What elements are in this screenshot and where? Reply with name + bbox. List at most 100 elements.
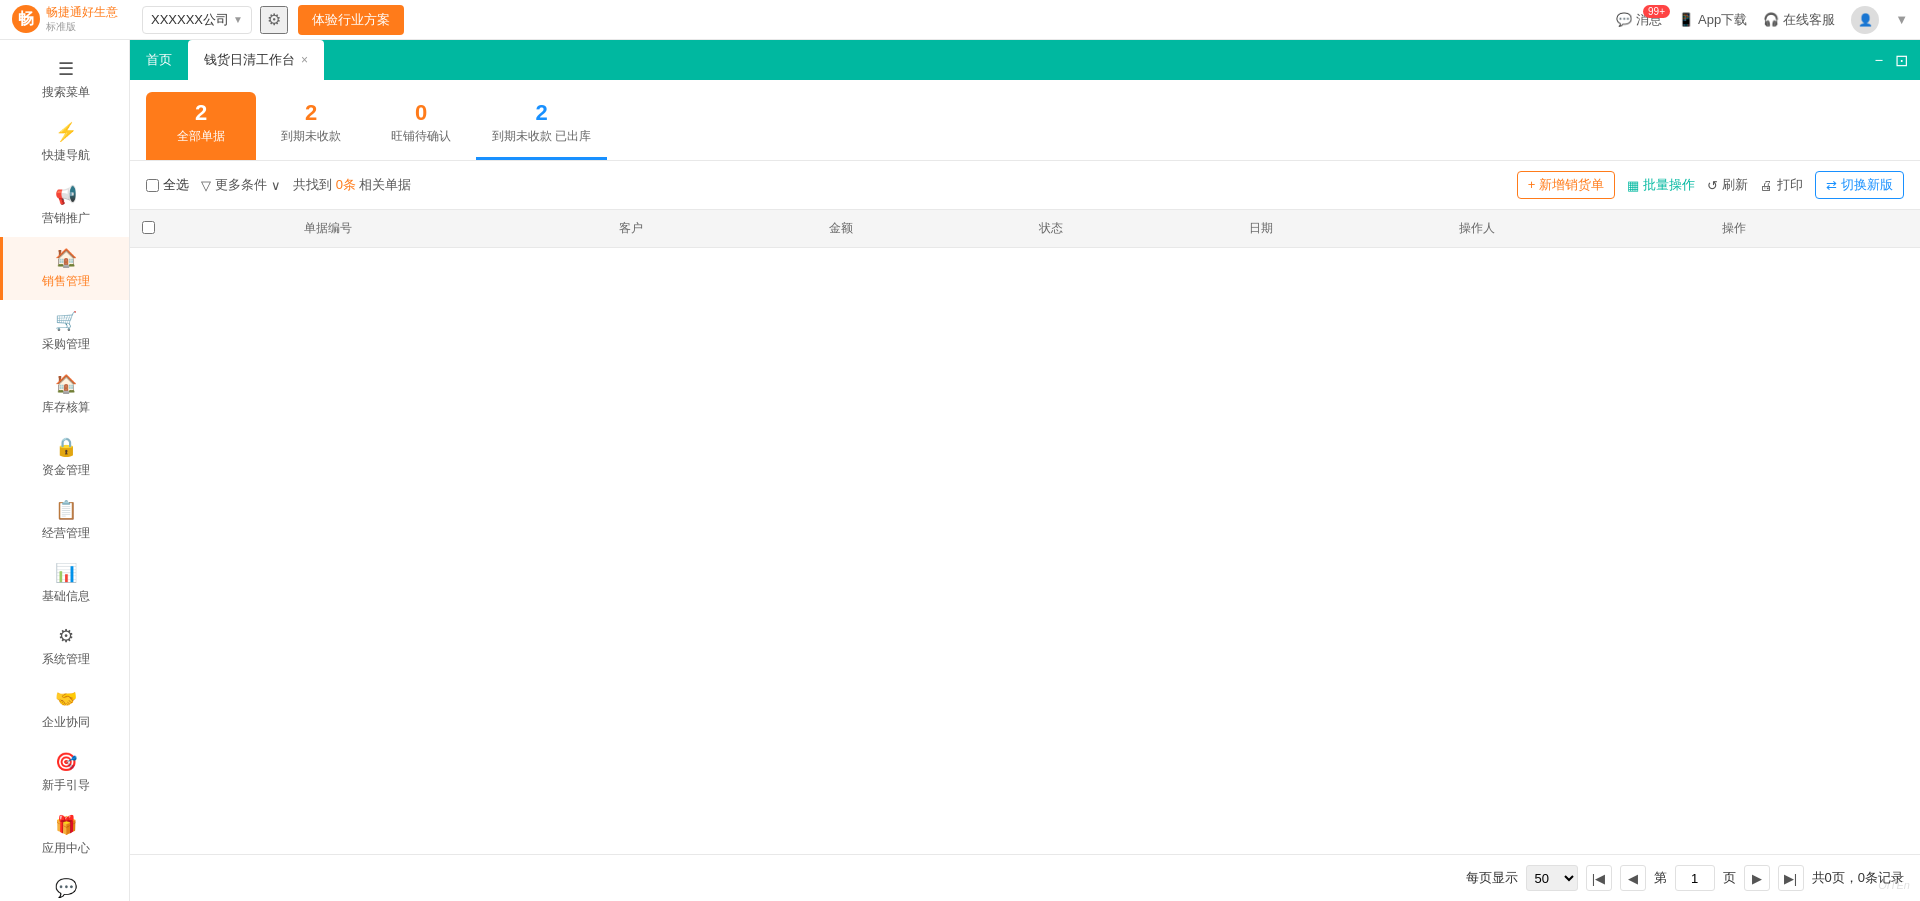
app-download-label: App下载	[1698, 11, 1747, 29]
top-bar: 畅 畅捷通好生意 标准版 XXXXXX公司 ▼ ⚙ 体验行业方案 💬 消息 99…	[0, 0, 1920, 40]
print-label: 打印	[1777, 176, 1803, 194]
batch-label: 批量操作	[1643, 176, 1695, 194]
basic-icon: 📊	[55, 562, 77, 584]
workbench-area: 2 全部单据 2 到期未收款 0 旺铺待确认 2 到期未收款 已出库	[130, 80, 1920, 901]
sidebar-label: 基础信息	[42, 588, 90, 605]
stat-tab-pending[interactable]: 0 旺铺待确认	[366, 92, 476, 160]
guide-icon: 🎯	[55, 751, 77, 773]
more-filters-button[interactable]: ▽ 更多条件 ∨	[201, 176, 281, 194]
pagination: 每页显示 20 50 100 200 |◀ ◀ 第 页 ▶ ▶| 共0页，0条记…	[130, 854, 1920, 901]
sidebar-item-marketing[interactable]: 📢 营销推广	[0, 174, 129, 237]
app-download-button[interactable]: 📱 App下载	[1678, 11, 1747, 29]
stat-label-shipped: 到期未收款 已出库	[492, 128, 591, 145]
app-name-block: 畅捷通好生意 标准版	[46, 5, 118, 33]
per-page-select[interactable]: 20 50 100 200	[1526, 865, 1578, 891]
select-all-input[interactable]	[146, 179, 159, 192]
stat-count-shipped: 2	[492, 100, 591, 126]
message-icon: 💬	[1616, 12, 1632, 27]
found-suffix: 相关单据	[359, 177, 411, 192]
maximize-button[interactable]: ⊡	[1895, 51, 1908, 70]
stat-tab-shipped[interactable]: 2 到期未收款 已出库	[476, 92, 607, 160]
next-page-button[interactable]: ▶	[1744, 865, 1770, 891]
page-input[interactable]	[1675, 865, 1715, 891]
trial-button[interactable]: 体验行业方案	[298, 5, 404, 35]
sidebar-item-operation[interactable]: 📋 经营管理	[0, 489, 129, 552]
total-info: 共0页，0条记录	[1812, 869, 1904, 887]
sidebar-item-finance[interactable]: 🔒 资金管理	[0, 426, 129, 489]
select-all-checkbox[interactable]: 全选	[146, 176, 189, 194]
app-name: 畅捷通好生意	[46, 5, 118, 19]
sidebar-item-guide[interactable]: 🎯 新手引导	[0, 741, 129, 804]
search-menu-icon: ☰	[58, 58, 74, 80]
sidebar-item-appstore[interactable]: 🎁 应用中心	[0, 804, 129, 867]
sidebar-label: 新手引导	[42, 777, 90, 794]
print-button[interactable]: 🖨 打印	[1760, 176, 1803, 194]
settings-button[interactable]: ⚙	[260, 6, 288, 34]
appstore-icon: 🎁	[55, 814, 77, 836]
sidebar-label: 库存核算	[42, 399, 90, 416]
sidebar-item-sales[interactable]: 🏠 销售管理	[0, 237, 129, 300]
stat-count-pending: 0	[382, 100, 460, 126]
system-icon: ⚙	[58, 625, 74, 647]
sidebar-item-search[interactable]: ☰ 搜索菜单	[0, 48, 129, 111]
first-page-button[interactable]: |◀	[1586, 865, 1612, 891]
app-logo: 畅	[12, 5, 40, 33]
sidebar-item-basic[interactable]: 📊 基础信息	[0, 552, 129, 615]
found-count: 0条	[336, 177, 356, 192]
user-menu[interactable]: ▼	[1895, 12, 1908, 27]
batch-ops-button[interactable]: ▦ 批量操作	[1627, 176, 1695, 194]
th-customer: 客户	[607, 210, 817, 248]
stat-tab-all[interactable]: 2 全部单据	[146, 92, 256, 160]
minimize-button[interactable]: －	[1871, 50, 1887, 71]
table-header-row: 单据编号 客户 金额 状态 日期 操作人 操作	[130, 210, 1920, 248]
last-page-button[interactable]: ▶|	[1778, 865, 1804, 891]
sidebar-label: 采购管理	[42, 336, 90, 353]
sidebar-item-purchase[interactable]: 🛒 采购管理	[0, 300, 129, 363]
batch-icon: ▦	[1627, 178, 1639, 193]
switch-version-button[interactable]: ⇄ 切换新版	[1815, 171, 1904, 199]
data-table: 单据编号 客户 金额 状态 日期 操作人 操作	[130, 210, 1920, 248]
stat-count-overdue: 2	[272, 100, 350, 126]
sidebar-item-system[interactable]: ⚙ 系统管理	[0, 615, 129, 678]
operation-icon: 📋	[55, 499, 77, 521]
stat-label-overdue: 到期未收款	[272, 128, 350, 145]
th-actions: 操作	[1710, 210, 1920, 248]
tab-workbench[interactable]: 钱货日清工作台 ×	[188, 40, 324, 80]
stat-count-all: 2	[162, 100, 240, 126]
tab-home-label: 首页	[146, 51, 172, 69]
header-checkbox[interactable]	[142, 221, 155, 234]
marketing-icon: 📢	[55, 184, 77, 206]
company-selector[interactable]: XXXXXX公司 ▼	[142, 6, 252, 34]
sidebar-item-quick-nav[interactable]: ⚡ 快捷导航	[0, 111, 129, 174]
avatar[interactable]: 👤	[1851, 6, 1879, 34]
page-label: 第	[1654, 869, 1667, 887]
online-service-label: 在线客服	[1783, 11, 1835, 29]
stat-tab-overdue[interactable]: 2 到期未收款	[256, 92, 366, 160]
filter-icon: ▽	[201, 178, 211, 193]
chevron-down-icon: ▼	[1895, 12, 1908, 27]
enterprise-icon: 🤝	[55, 688, 77, 710]
online-service-button[interactable]: 🎧 在线客服	[1763, 11, 1835, 29]
found-text: 共找到 0条 相关单据	[293, 176, 411, 194]
prev-page-button[interactable]: ◀	[1620, 865, 1646, 891]
finance-icon: 🔒	[55, 436, 77, 458]
th-checkbox	[130, 210, 292, 248]
sidebar-item-enterprise[interactable]: 🤝 企业协同	[0, 678, 129, 741]
tab-home[interactable]: 首页	[130, 40, 188, 80]
th-status: 状态	[1027, 210, 1237, 248]
sidebar-label: 快捷导航	[42, 147, 90, 164]
top-right-area: 💬 消息 99+ 📱 App下载 🎧 在线客服 👤 ▼	[1616, 6, 1908, 34]
close-tab-icon[interactable]: ×	[301, 53, 308, 67]
switch-icon: ⇄	[1826, 178, 1837, 193]
select-all-label: 全选	[163, 176, 189, 194]
message-button[interactable]: 💬 消息 99+	[1616, 11, 1662, 29]
found-prefix: 共找到	[293, 177, 332, 192]
toolbar: 全选 ▽ 更多条件 ∨ 共找到 0条 相关单据 + 新增销货单 ▦	[130, 161, 1920, 210]
sidebar-item-wechat[interactable]: 💬 企业微信	[0, 867, 129, 901]
sidebar-item-inventory[interactable]: 🏠 库存核算	[0, 363, 129, 426]
stats-row: 2 全部单据 2 到期未收款 0 旺铺待确认 2 到期未收款 已出库	[130, 80, 1920, 161]
refresh-button[interactable]: ↺ 刷新	[1707, 176, 1748, 194]
app-edition: 标准版	[46, 20, 118, 34]
new-sale-button[interactable]: + 新增销货单	[1517, 171, 1615, 199]
sidebar-label: 系统管理	[42, 651, 90, 668]
